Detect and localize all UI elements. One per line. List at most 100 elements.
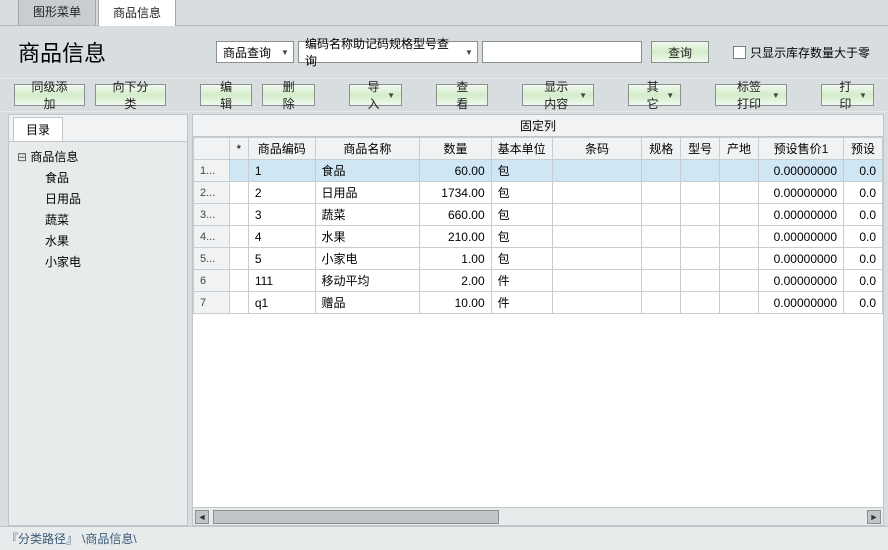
other-button[interactable]: 其它▼	[628, 84, 681, 106]
table-row[interactable]: 7q1赠品10.00件0.000000000.0	[194, 292, 883, 314]
tab-product-info[interactable]: 商品信息	[98, 0, 176, 26]
cell: 2...	[194, 182, 230, 204]
column-header[interactable]: 基本单位	[491, 138, 552, 160]
cell	[642, 270, 681, 292]
tree-panel: 目录 商品信息 食品日用品蔬菜水果小家电	[8, 114, 188, 526]
cell: 1734.00	[420, 182, 491, 204]
search-input[interactable]	[482, 41, 642, 63]
tree-item[interactable]: 小家电	[41, 251, 183, 272]
add-child-button[interactable]: 向下分类	[95, 84, 166, 106]
tree-item[interactable]: 水果	[41, 230, 183, 251]
chevron-down-icon: ▼	[387, 91, 395, 100]
cell: 包	[491, 182, 552, 204]
column-header[interactable]: 型号	[681, 138, 720, 160]
cell: 6	[194, 270, 230, 292]
cell	[229, 182, 248, 204]
cell: 0.0	[844, 204, 883, 226]
cell: 0.0	[844, 270, 883, 292]
cell	[552, 292, 642, 314]
column-header[interactable]: 预设	[844, 138, 883, 160]
cell: 0.0	[844, 248, 883, 270]
cell	[681, 204, 720, 226]
search-type-dropdown[interactable]: 商品查询 ▼	[216, 41, 294, 63]
chevron-down-icon: ▼	[579, 91, 587, 100]
column-header[interactable]: 条码	[552, 138, 642, 160]
table-row[interactable]: 3...3蔬菜660.00包0.000000000.0	[194, 204, 883, 226]
cell	[642, 226, 681, 248]
column-header[interactable]: 数量	[420, 138, 491, 160]
cell	[681, 292, 720, 314]
scroll-thumb[interactable]	[213, 510, 499, 524]
cell: 2.00	[420, 270, 491, 292]
cell	[681, 226, 720, 248]
cell: 3...	[194, 204, 230, 226]
column-header[interactable]: 商品编码	[248, 138, 315, 160]
tree-root[interactable]: 商品信息	[13, 146, 183, 167]
column-header[interactable]: *	[229, 138, 248, 160]
cell: 包	[491, 226, 552, 248]
edit-button[interactable]: 编辑	[200, 84, 253, 106]
tree-tab[interactable]: 目录	[13, 117, 63, 141]
delete-button[interactable]: 删除	[262, 84, 315, 106]
cell: 1...	[194, 160, 230, 182]
grid-hscrollbar[interactable]: ◄ ►	[193, 507, 883, 525]
cell: 1	[248, 160, 315, 182]
cell: 食品	[315, 160, 420, 182]
cell: 0.0	[844, 182, 883, 204]
cell: 蔬菜	[315, 204, 420, 226]
status-path-value: \商品信息\	[82, 530, 137, 547]
tab-graphics-menu[interactable]: 图形菜单	[18, 0, 96, 25]
cell: 60.00	[420, 160, 491, 182]
tree-item[interactable]: 食品	[41, 167, 183, 188]
scroll-left-icon[interactable]: ◄	[195, 510, 209, 524]
cell	[229, 292, 248, 314]
tab-strip: 图形菜单 商品信息	[0, 0, 888, 26]
cell	[229, 270, 248, 292]
cell	[720, 182, 759, 204]
cell: 210.00	[420, 226, 491, 248]
only-stock-checkbox[interactable]: 只显示库存数量大于零	[733, 44, 870, 61]
cell	[720, 204, 759, 226]
label-print-button[interactable]: 标签打印▼	[715, 84, 787, 106]
table-row[interactable]: 5...5小家电1.00包0.000000000.0	[194, 248, 883, 270]
scroll-right-icon[interactable]: ►	[867, 510, 881, 524]
import-button[interactable]: 导入▼	[349, 84, 402, 106]
table-row[interactable]: 2...2日用品1734.00包0.000000000.0	[194, 182, 883, 204]
column-header[interactable]: 产地	[720, 138, 759, 160]
chevron-down-icon: ▼	[666, 91, 674, 100]
column-header[interactable]: 规格	[642, 138, 681, 160]
add-sibling-button[interactable]: 同级添加	[14, 84, 85, 106]
cell	[552, 248, 642, 270]
print-button[interactable]: 打印▼	[821, 84, 874, 106]
cell: 0.0	[844, 292, 883, 314]
cell: q1	[248, 292, 315, 314]
cell: 3	[248, 204, 315, 226]
status-path-label: 『分类路径』	[6, 530, 78, 547]
cell	[229, 160, 248, 182]
cell: 0.00000000	[759, 292, 844, 314]
cell: 0.0	[844, 226, 883, 248]
column-header[interactable]: 商品名称	[315, 138, 420, 160]
display-content-button[interactable]: 显示内容▼	[522, 84, 594, 106]
tree-item[interactable]: 日用品	[41, 188, 183, 209]
query-button[interactable]: 查询	[651, 41, 709, 63]
table-row[interactable]: 4...4水果210.00包0.000000000.0	[194, 226, 883, 248]
column-header[interactable]: 预设售价1	[759, 138, 844, 160]
cell: 包	[491, 204, 552, 226]
cell	[720, 270, 759, 292]
search-field-dropdown[interactable]: 编码名称助记码规格型号查询 ▼	[298, 41, 478, 63]
cell	[681, 248, 720, 270]
cell: 0.00000000	[759, 204, 844, 226]
table-row[interactable]: 6111移动平均2.00件0.000000000.0	[194, 270, 883, 292]
grid-panel: 固定列 *商品编码商品名称数量基本单位条码规格型号产地预设售价1预设 1...1…	[192, 114, 884, 526]
cell: 小家电	[315, 248, 420, 270]
cell: 111	[248, 270, 315, 292]
cell	[720, 160, 759, 182]
chevron-down-icon: ▼	[772, 91, 780, 100]
cell: 件	[491, 292, 552, 314]
cell	[552, 226, 642, 248]
tree-item[interactable]: 蔬菜	[41, 209, 183, 230]
search-field-label: 编码名称助记码规格型号查询	[305, 35, 455, 69]
table-row[interactable]: 1...1食品60.00包0.000000000.0	[194, 160, 883, 182]
view-button[interactable]: 查看	[436, 84, 489, 106]
